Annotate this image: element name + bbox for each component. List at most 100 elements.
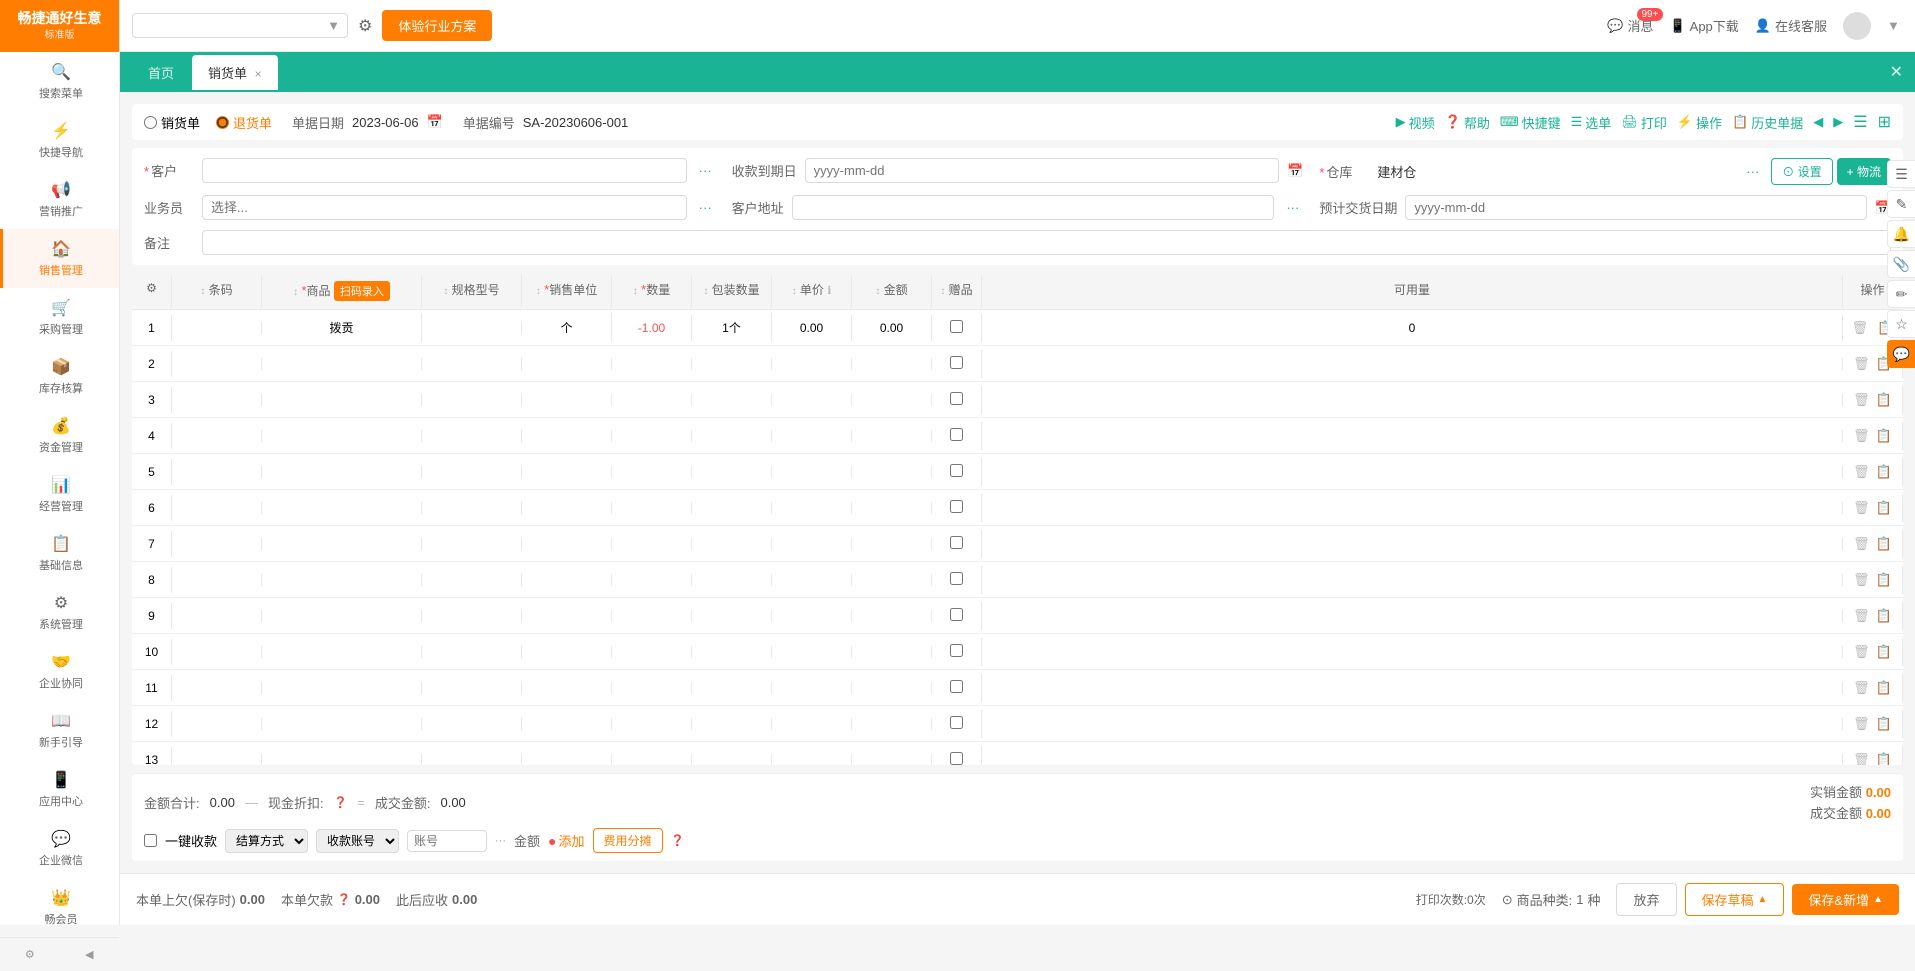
row-unit[interactable] — [522, 466, 612, 478]
radio-return-input[interactable] — [216, 116, 229, 129]
row-delete-icon[interactable]: 🗑 — [1850, 464, 1873, 479]
sidebar-item-wechat[interactable]: 💬 企业微信 — [0, 819, 119, 878]
sort-icon[interactable]: ↕ — [875, 286, 880, 297]
row-amount[interactable] — [852, 574, 932, 586]
sidebar-item-finance[interactable]: 💰 资金管理 — [0, 406, 119, 465]
row-spec[interactable] — [422, 502, 522, 514]
sort-icon[interactable]: ↕ — [443, 286, 448, 297]
col-settings-header[interactable]: ⚙ — [132, 275, 172, 307]
row-qty[interactable] — [612, 538, 692, 550]
print-btn[interactable]: 🖨 打印 — [1621, 113, 1667, 132]
sidebar-settings-btn[interactable]: ⚙ — [0, 938, 60, 971]
sort-icon[interactable]: ↕ — [940, 286, 945, 297]
float-btn-5[interactable]: ✏ — [1887, 280, 1915, 308]
row-spec[interactable] — [422, 574, 522, 586]
row-product[interactable] — [262, 646, 422, 658]
expense-help-icon[interactable]: ❓ — [671, 834, 685, 847]
arrears-help-icon[interactable]: ❓ — [337, 893, 351, 906]
one-click-pay-checkbox[interactable] — [144, 834, 157, 847]
row-qty[interactable] — [612, 430, 692, 442]
row-spec[interactable] — [422, 718, 522, 730]
row-unit[interactable] — [522, 754, 612, 766]
row-pkgqty[interactable] — [692, 394, 772, 406]
row-delete-icon[interactable]: 🗑 — [1850, 392, 1873, 407]
row-unit[interactable] — [522, 358, 612, 370]
settings-button[interactable]: ⊙ ⊙ 设置设置 — [1771, 158, 1832, 185]
row-amount[interactable] — [852, 538, 932, 550]
row-gift-checkbox[interactable] — [950, 752, 963, 765]
row-price[interactable] — [772, 358, 852, 370]
row-spec[interactable] — [422, 394, 522, 406]
view-list-icon[interactable]: ☰ — [1853, 112, 1867, 132]
row-gift-checkbox[interactable] — [950, 716, 963, 729]
row-amount[interactable] — [852, 502, 932, 514]
salesman-input[interactable] — [202, 195, 687, 220]
sidebar-item-inventory[interactable]: 📦 库存核算 — [0, 347, 119, 406]
row-gift-checkbox[interactable] — [950, 536, 963, 549]
row-spec[interactable] — [422, 322, 522, 334]
row-barcode[interactable] — [172, 466, 262, 478]
sort-icon[interactable]: ↕ — [200, 286, 205, 297]
row-copy-icon[interactable]: 📋 — [1873, 716, 1895, 731]
row-spec[interactable] — [422, 646, 522, 658]
sidebar-item-purchase[interactable]: 🛒 采购管理 — [0, 288, 119, 347]
save-new-button[interactable]: 保存&新增 ▲ — [1792, 884, 1899, 915]
row-copy-icon[interactable]: 📋 — [1873, 392, 1895, 407]
customer-input[interactable] — [202, 158, 687, 183]
row-copy-icon[interactable]: 📋 — [1873, 428, 1895, 443]
sidebar-item-system[interactable]: ⚙ 系统管理 — [0, 583, 119, 642]
row-delete-icon[interactable]: 🗑 — [1850, 608, 1873, 623]
row-amount[interactable] — [852, 358, 932, 370]
tab-sales-order[interactable]: 销货单 × — [192, 55, 278, 90]
row-price[interactable] — [772, 466, 852, 478]
row-gift-checkbox[interactable] — [950, 392, 963, 405]
row-price[interactable] — [772, 682, 852, 694]
row-gift-checkbox[interactable] — [950, 464, 963, 477]
message-button[interactable]: 💬 消息 99+ — [1607, 16, 1653, 35]
sidebar-item-basic-info[interactable]: 📋 基础信息 — [0, 524, 119, 583]
row-pkgqty[interactable] — [692, 358, 772, 370]
row-barcode[interactable] — [172, 358, 262, 370]
radio-sale-input[interactable] — [144, 116, 157, 129]
row-amount[interactable] — [852, 682, 932, 694]
row-pkgqty[interactable] — [692, 466, 772, 478]
sidebar-item-search[interactable]: 🔍 搜索菜单 — [0, 52, 119, 111]
row-product[interactable] — [262, 430, 422, 442]
row-unit[interactable] — [522, 610, 612, 622]
row-barcode[interactable] — [172, 322, 262, 334]
nav-next-icon[interactable]: ▶ — [1833, 114, 1843, 130]
row-unit[interactable] — [522, 538, 612, 550]
row-barcode[interactable] — [172, 754, 262, 766]
warehouse-dots-btn[interactable]: ··· — [1742, 164, 1763, 179]
user-menu-btn[interactable]: ▼ — [1887, 18, 1903, 34]
row-copy-icon[interactable]: 📋 — [1873, 752, 1895, 766]
row-delete-icon[interactable]: 🗑 — [1850, 356, 1873, 371]
row-copy-icon[interactable]: 📋 — [1873, 464, 1895, 479]
row-amount[interactable] — [852, 394, 932, 406]
sort-icon[interactable]: ↕ — [293, 287, 298, 298]
row-copy-icon[interactable]: 📋 — [1873, 680, 1895, 695]
row-delete-icon[interactable]: 🗑 — [1848, 320, 1871, 335]
sidebar-item-quicknav[interactable]: ⚡ 快捷导航 — [0, 111, 119, 170]
float-btn-7[interactable]: 💬 — [1887, 340, 1915, 368]
row-price[interactable] — [772, 574, 852, 586]
row-pkgqty[interactable] — [692, 646, 772, 658]
payment-amount-input[interactable] — [407, 830, 487, 852]
tab-close-icon[interactable]: × — [255, 67, 262, 81]
tab-home[interactable]: 首页 — [132, 55, 190, 90]
row-unit[interactable] — [522, 646, 612, 658]
row-unit[interactable] — [522, 718, 612, 730]
sort-icon[interactable]: ↕ — [703, 286, 708, 297]
row-gift-checkbox[interactable] — [950, 356, 963, 369]
row-price[interactable] — [772, 610, 852, 622]
payment-account-select[interactable]: 收款账号 — [316, 829, 399, 853]
receipt-date-input[interactable] — [805, 158, 1279, 183]
settings-gear-button[interactable]: ⚙ — [358, 16, 372, 36]
float-btn-6[interactable]: ☆ — [1887, 310, 1915, 338]
row-unit[interactable] — [522, 502, 612, 514]
sidebar-item-sales[interactable]: 🏠 销售管理 — [0, 229, 119, 288]
row-spec[interactable] — [422, 754, 522, 766]
row-price[interactable] — [772, 502, 852, 514]
save-draft-button[interactable]: 保存草稿 ▲ — [1685, 883, 1785, 916]
row-product[interactable] — [262, 358, 422, 370]
